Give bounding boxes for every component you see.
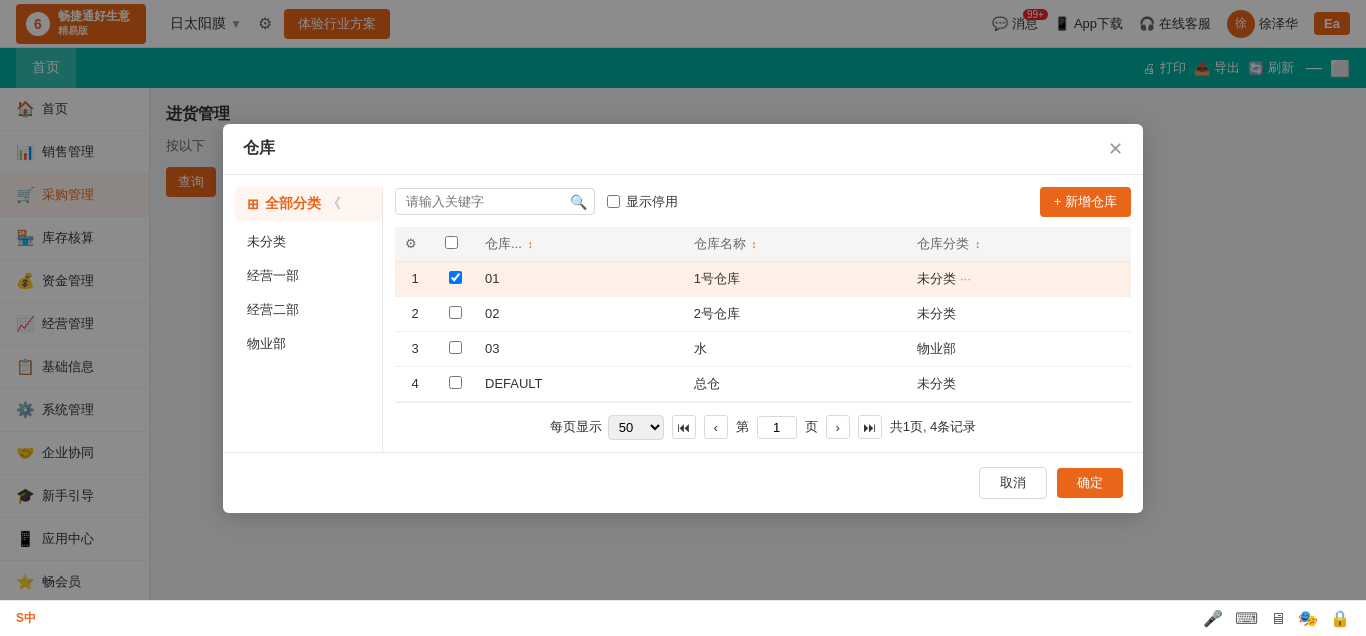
category-item-ops1[interactable]: 经营一部 <box>235 259 382 293</box>
modal-body: ⊞ 全部分类 《 未分类 经营一部 经营二部 物业部 <box>223 175 1143 452</box>
pagination: 每页显示 50 100 200 ⏮ ‹ 第 页 › ⏭ 共1页, 4条记录 <box>395 402 1131 452</box>
microphone-icon[interactable]: 🎤 <box>1203 609 1223 628</box>
table-row[interactable]: 2 02 2号仓库 未分类 <box>395 296 1131 331</box>
warehouse-modal: 仓库 ✕ ⊞ 全部分类 《 未分类 经营一部 经营二部 <box>223 124 1143 513</box>
row-checkbox[interactable] <box>449 341 462 354</box>
row-code: 03 <box>475 331 684 366</box>
first-page-button[interactable]: ⏮ <box>672 415 696 439</box>
row-checkbox[interactable] <box>449 376 462 389</box>
table-header-row: ⚙ 仓库... ↕ 仓库名称 ↕ <box>395 227 1131 262</box>
th-name: 仓库名称 ↕ <box>684 227 908 262</box>
th-category: 仓库分类 ↕ <box>907 227 1131 262</box>
per-page-select[interactable]: 50 100 200 <box>608 415 664 440</box>
row-name: 2号仓库 <box>684 296 908 331</box>
row-checkbox-cell <box>435 366 475 401</box>
row-index: 1 <box>395 261 435 296</box>
page-label: 第 <box>736 418 749 436</box>
code-sort-icon: ↕ <box>527 238 533 250</box>
row-checkbox-cell <box>435 261 475 296</box>
show-disabled-label[interactable]: 显示停用 <box>607 193 678 211</box>
row-category: 未分类 <box>907 366 1131 401</box>
table-row[interactable]: 3 03 水 物业部 <box>395 331 1131 366</box>
row-checkbox-cell <box>435 331 475 366</box>
next-page-button[interactable]: › <box>826 415 850 439</box>
row-name: 水 <box>684 331 908 366</box>
table-row[interactable]: 4 DEFAULT 总仓 未分类 <box>395 366 1131 401</box>
th-code: 仓库... ↕ <box>475 227 684 262</box>
search-icon-button[interactable]: 🔍 <box>570 194 587 210</box>
select-all-checkbox[interactable] <box>445 236 458 249</box>
name-sort-icon: ↕ <box>751 238 757 250</box>
theme-icon[interactable]: 🎭 <box>1298 609 1318 628</box>
last-page-button[interactable]: ⏭ <box>858 415 882 439</box>
modal-overlay: 仓库 ✕ ⊞ 全部分类 《 未分类 经营一部 经营二部 <box>0 0 1366 636</box>
warehouse-table: ⚙ 仓库... ↕ 仓库名称 ↕ <box>395 227 1131 402</box>
row-index: 3 <box>395 331 435 366</box>
modal-close-button[interactable]: ✕ <box>1108 138 1123 160</box>
table-row[interactable]: 1 01 1号仓库 未分类 ··· <box>395 261 1131 296</box>
confirm-button[interactable]: 确定 <box>1057 468 1123 498</box>
add-warehouse-button[interactable]: + 新增仓库 <box>1040 187 1131 217</box>
th-checkbox <box>435 227 475 262</box>
row-name: 总仓 <box>684 366 908 401</box>
bottom-bar: S中 🎤 ⌨ 🖥 🎭 🔒 <box>0 600 1366 636</box>
page-summary: 共1页, 4条记录 <box>890 418 977 436</box>
lock-icon[interactable]: 🔒 <box>1330 609 1350 628</box>
monitor-icon[interactable]: 🖥 <box>1270 610 1286 628</box>
modal-table-area: 🔍 显示停用 + 新增仓库 ⚙ <box>383 187 1143 452</box>
category-item-unclassified[interactable]: 未分类 <box>235 225 382 259</box>
category-item-ops2[interactable]: 经营二部 <box>235 293 382 327</box>
row-more-icon[interactable]: ··· <box>960 271 971 286</box>
search-input-wrap: 🔍 <box>395 188 595 215</box>
cancel-button[interactable]: 取消 <box>979 467 1047 499</box>
row-category: 未分类 <box>907 296 1131 331</box>
grid-icon: ⊞ <box>247 196 259 212</box>
modal-search-bar: 🔍 显示停用 + 新增仓库 <box>395 187 1131 217</box>
modal-title: 仓库 <box>243 138 275 159</box>
row-checkbox[interactable] <box>449 306 462 319</box>
th-settings: ⚙ <box>395 227 435 262</box>
table-body: 1 01 1号仓库 未分类 ··· 2 02 2号仓库 未分类 3 <box>395 261 1131 401</box>
row-checkbox-cell <box>435 296 475 331</box>
category-sort-icon: ↕ <box>975 238 981 250</box>
row-index: 2 <box>395 296 435 331</box>
page-unit: 页 <box>805 418 818 436</box>
row-category: 未分类 ··· <box>907 261 1131 296</box>
prev-page-button[interactable]: ‹ <box>704 415 728 439</box>
all-category-label: 全部分类 <box>265 195 321 213</box>
modal-header: 仓库 ✕ <box>223 124 1143 175</box>
row-index: 4 <box>395 366 435 401</box>
show-disabled-checkbox[interactable] <box>607 195 620 208</box>
row-name: 1号仓库 <box>684 261 908 296</box>
row-code: 01 <box>475 261 684 296</box>
modal-footer: 取消 确定 <box>223 452 1143 513</box>
category-all[interactable]: ⊞ 全部分类 《 <box>235 187 382 221</box>
per-page-label: 每页显示 50 100 200 <box>550 415 664 440</box>
search-input[interactable] <box>395 188 595 215</box>
row-code: 02 <box>475 296 684 331</box>
row-checkbox[interactable] <box>449 271 462 284</box>
category-sidebar: ⊞ 全部分类 《 未分类 经营一部 经营二部 物业部 <box>223 187 383 452</box>
row-category: 物业部 <box>907 331 1131 366</box>
bottom-logo: S中 <box>16 610 36 627</box>
row-code: DEFAULT <box>475 366 684 401</box>
keyboard-icon[interactable]: ⌨ <box>1235 609 1258 628</box>
collapse-category-button[interactable]: 《 <box>327 195 341 213</box>
category-item-property[interactable]: 物业部 <box>235 327 382 361</box>
page-number-input[interactable] <box>757 416 797 439</box>
bottom-icon-group: 🎤 ⌨ 🖥 🎭 🔒 <box>1203 609 1350 628</box>
